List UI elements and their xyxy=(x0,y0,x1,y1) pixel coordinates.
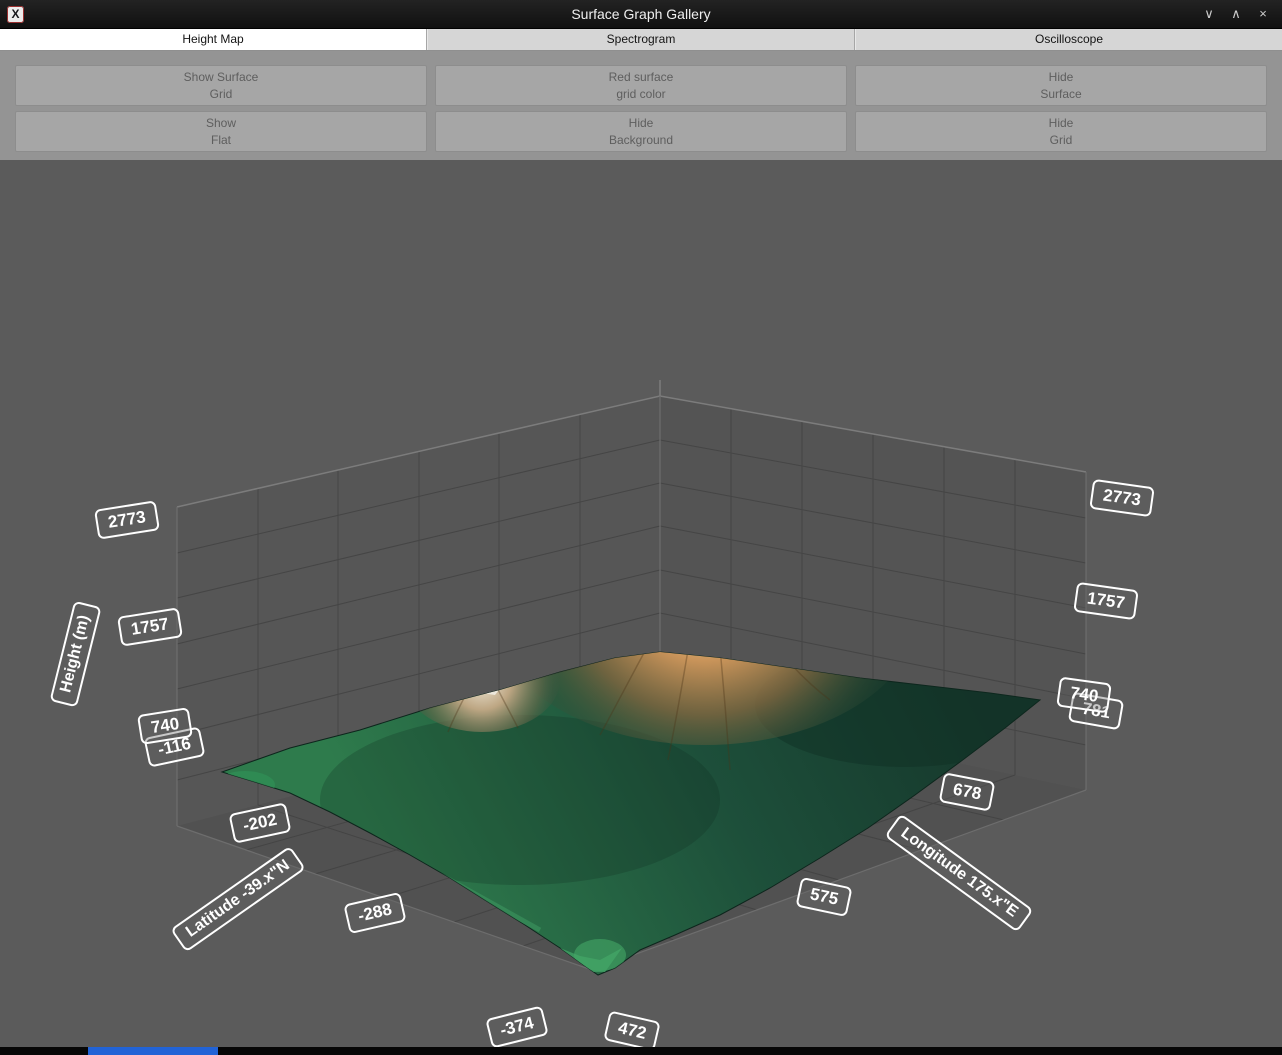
window-title: Surface Graph Gallery xyxy=(0,6,1282,22)
hide-surface-button[interactable]: Hide Surface xyxy=(855,65,1267,106)
button-label-line: Hide xyxy=(1049,69,1074,86)
button-label-line: Hide xyxy=(629,115,654,132)
tab-oscilloscope[interactable]: Oscilloscope xyxy=(855,29,1282,50)
tab-bar: Height Map Spectrogram Oscilloscope xyxy=(0,29,1282,51)
show-surface-grid-button[interactable]: Show Surface Grid xyxy=(15,65,427,106)
app-icon: X xyxy=(7,6,24,23)
button-label-line: Background xyxy=(609,132,673,149)
close-button[interactable]: × xyxy=(1254,5,1272,23)
titlebar: X Surface Graph Gallery ∨ ∧ × xyxy=(0,0,1282,29)
tab-spectrogram[interactable]: Spectrogram xyxy=(427,29,855,50)
button-label-line: Grid xyxy=(1050,132,1073,149)
hide-background-button[interactable]: Hide Background xyxy=(435,111,847,152)
tab-height-map[interactable]: Height Map xyxy=(0,29,427,50)
taskbar-highlight xyxy=(88,1047,218,1055)
toolbar: Show Surface Grid Red surface grid color… xyxy=(0,51,1282,160)
shade-button[interactable]: ∨ xyxy=(1200,5,1218,23)
hide-grid-button[interactable]: Hide Grid xyxy=(855,111,1267,152)
button-label-line: Show Surface xyxy=(184,69,259,86)
red-surface-grid-color-button[interactable]: Red surface grid color xyxy=(435,65,847,106)
button-label-line: grid color xyxy=(616,86,665,103)
button-label-line: Show xyxy=(206,115,236,132)
maximize-button[interactable]: ∧ xyxy=(1227,5,1245,23)
button-label-line: Hide xyxy=(1049,115,1074,132)
button-label-line: Flat xyxy=(211,132,231,149)
window-controls: ∨ ∧ × xyxy=(1200,5,1282,23)
button-label-line: Grid xyxy=(210,86,233,103)
button-label-line: Red surface xyxy=(609,69,674,86)
show-flat-button[interactable]: Show Flat xyxy=(15,111,427,152)
surface-3d-view[interactable]: Height (m) 2773 1757 740 2773 1757 781 7… xyxy=(0,160,1282,1047)
app-window: X Surface Graph Gallery ∨ ∧ × Height Map… xyxy=(0,0,1282,1055)
taskbar-strip xyxy=(0,1047,1282,1055)
button-label-line: Surface xyxy=(1040,86,1081,103)
